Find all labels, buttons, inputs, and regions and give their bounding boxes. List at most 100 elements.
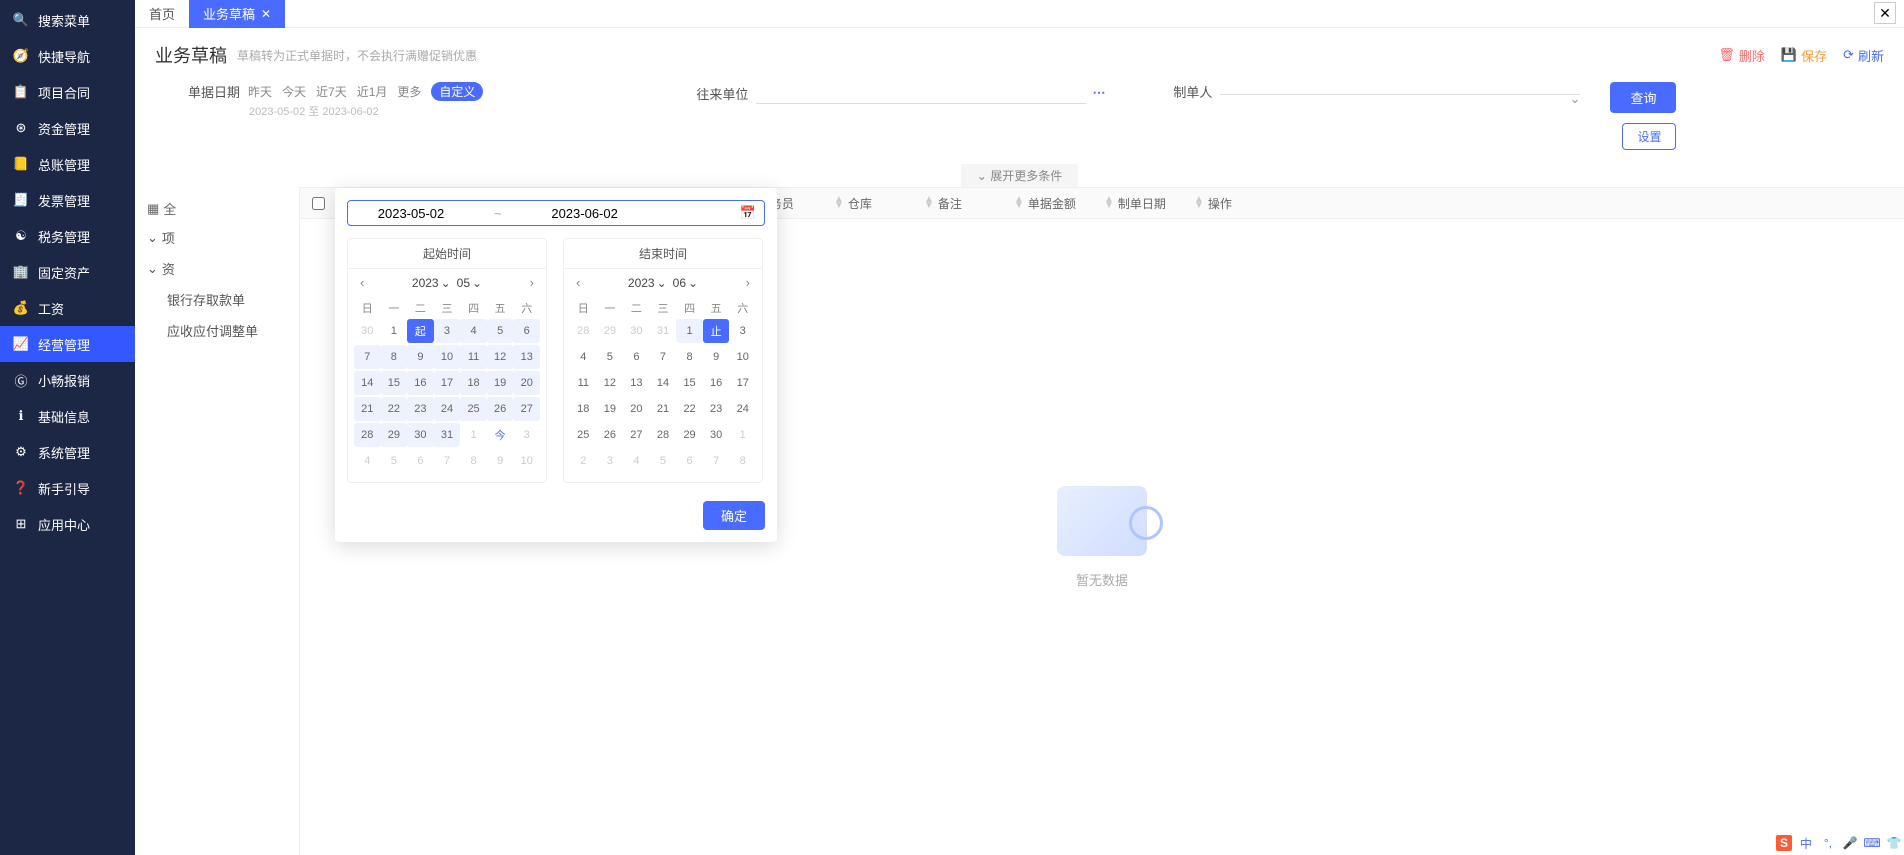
select-all-checkbox[interactable] — [300, 197, 336, 210]
prev-month-button[interactable]: ‹ — [572, 273, 584, 292]
quick-date-近1月[interactable]: 近1月 — [357, 83, 388, 100]
panel-all[interactable]: ▦ 全 — [139, 195, 295, 222]
calendar-day[interactable]: 18 — [460, 371, 487, 395]
calendar-day[interactable]: 6 — [623, 345, 650, 369]
calendar-day[interactable]: 8 — [676, 345, 703, 369]
calendar-day[interactable]: 4 — [354, 449, 381, 473]
calendar-day[interactable]: 20 — [623, 397, 650, 421]
keyboard-icon[interactable]: ⌨ — [1864, 835, 1880, 851]
calendar-day[interactable]: 3 — [513, 423, 540, 447]
sidebar-item-12[interactable]: ⚙系统管理 — [0, 434, 135, 470]
calendar-day[interactable]: 5 — [381, 449, 408, 473]
refresh-button[interactable]: ⟳刷新 — [1843, 46, 1884, 65]
calendar-day[interactable]: 3 — [434, 319, 461, 343]
calendar-day[interactable]: 5 — [650, 449, 677, 473]
calendar-day[interactable]: 26 — [487, 397, 514, 421]
calendar-day[interactable]: 27 — [623, 423, 650, 447]
start-year-select[interactable]: 2023⌄ — [412, 276, 451, 290]
calendar-day[interactable]: 10 — [434, 345, 461, 369]
calendar-day[interactable]: 29 — [676, 423, 703, 447]
calendar-day[interactable]: 16 — [703, 371, 730, 395]
calendar-day[interactable]: 4 — [570, 345, 597, 369]
calendar-day[interactable]: 21 — [354, 397, 381, 421]
calendar-day[interactable]: 2 — [570, 449, 597, 473]
calendar-day[interactable]: 29 — [381, 423, 408, 447]
calendar-day[interactable]: 1 — [381, 319, 408, 343]
quick-date-更多[interactable]: 更多 — [397, 83, 421, 100]
lang-icon[interactable]: 中 — [1798, 835, 1814, 851]
partner-more-icon[interactable]: ⋯ — [1092, 85, 1107, 101]
calendar-day[interactable]: 今 — [487, 423, 514, 447]
calendar-day[interactable]: 18 — [570, 397, 597, 421]
calendar-day[interactable]: 7 — [434, 449, 461, 473]
sidebar-item-13[interactable]: ❓新手引导 — [0, 470, 135, 506]
calendar-day[interactable]: 7 — [354, 345, 381, 369]
close-icon[interactable]: ✕ — [261, 7, 271, 21]
calendar-day[interactable]: 30 — [703, 423, 730, 447]
calendar-day[interactable]: 1 — [460, 423, 487, 447]
calendar-day[interactable]: 28 — [570, 319, 597, 343]
start-date-input[interactable] — [356, 206, 466, 221]
column-header[interactable]: ▲▼单据金额 — [1006, 195, 1096, 212]
calendar-day[interactable]: 6 — [676, 449, 703, 473]
calendar-day[interactable]: 5 — [487, 319, 514, 343]
calendar-day[interactable]: 8 — [381, 345, 408, 369]
calendar-day[interactable]: 24 — [729, 397, 756, 421]
next-month-button[interactable]: › — [742, 273, 754, 292]
sidebar-item-5[interactable]: 🧾发票管理 — [0, 182, 135, 218]
sidebar-item-4[interactable]: 📒总账管理 — [0, 146, 135, 182]
calendar-day[interactable]: 21 — [650, 397, 677, 421]
calendar-day[interactable]: 13 — [513, 345, 540, 369]
calendar-day[interactable]: 10 — [729, 345, 756, 369]
calendar-day[interactable]: 3 — [729, 319, 756, 343]
calendar-day[interactable]: 起 — [407, 319, 434, 343]
end-month-select[interactable]: 06⌄ — [673, 276, 698, 290]
panel-item[interactable]: 银行存取款单 — [139, 284, 295, 315]
panel-group-0[interactable]: ⌄项 — [139, 222, 295, 253]
maker-select[interactable]: ⌄ — [1220, 88, 1580, 95]
sidebar-item-9[interactable]: 📈经营管理 — [0, 326, 135, 362]
query-button[interactable]: 查询 — [1610, 82, 1676, 113]
calendar-day[interactable]: 25 — [570, 423, 597, 447]
calendar-day[interactable]: 26 — [597, 423, 624, 447]
quick-date-昨天[interactable]: 昨天 — [248, 83, 272, 100]
calendar-day[interactable]: 9 — [407, 345, 434, 369]
calendar-day[interactable]: 23 — [703, 397, 730, 421]
calendar-day[interactable]: 23 — [407, 397, 434, 421]
calendar-day[interactable]: 20 — [513, 371, 540, 395]
calendar-day[interactable]: 8 — [460, 449, 487, 473]
calendar-day[interactable]: 22 — [381, 397, 408, 421]
calendar-day[interactable]: 12 — [597, 371, 624, 395]
calendar-day[interactable]: 19 — [487, 371, 514, 395]
sidebar-item-3[interactable]: ⊛资金管理 — [0, 110, 135, 146]
delete-button[interactable]: 🗑删除 — [1718, 46, 1765, 65]
calendar-day[interactable]: 22 — [676, 397, 703, 421]
calendar-day[interactable]: 17 — [729, 371, 756, 395]
calendar-day[interactable]: 19 — [597, 397, 624, 421]
calendar-day[interactable]: 15 — [381, 371, 408, 395]
sidebar-item-2[interactable]: 📋项目合同 — [0, 74, 135, 110]
start-month-select[interactable]: 05⌄ — [457, 276, 482, 290]
quick-date-近7天[interactable]: 近7天 — [316, 83, 347, 100]
calendar-day[interactable]: 13 — [623, 371, 650, 395]
calendar-day[interactable]: 16 — [407, 371, 434, 395]
confirm-date-button[interactable]: 确定 — [703, 501, 765, 530]
tab-0[interactable]: 首页 — [135, 0, 189, 28]
calendar-day[interactable]: 6 — [407, 449, 434, 473]
expand-filters-button[interactable]: ⌄ 展开更多条件 — [961, 164, 1078, 187]
calendar-day[interactable]: 31 — [650, 319, 677, 343]
calendar-day[interactable]: 7 — [650, 345, 677, 369]
calendar-day[interactable]: 6 — [513, 319, 540, 343]
calendar-day[interactable]: 15 — [676, 371, 703, 395]
calendar-day[interactable]: 5 — [597, 345, 624, 369]
calendar-day[interactable]: 25 — [460, 397, 487, 421]
settings-button[interactable]: 设置 — [1622, 123, 1676, 150]
calendar-day[interactable]: 4 — [623, 449, 650, 473]
calendar-day[interactable]: 12 — [487, 345, 514, 369]
column-header[interactable]: ▲▼备注 — [916, 195, 1006, 212]
sidebar-item-7[interactable]: 🏢固定资产 — [0, 254, 135, 290]
calendar-day[interactable]: 28 — [650, 423, 677, 447]
calendar-day[interactable]: 1 — [729, 423, 756, 447]
calendar-day[interactable]: 30 — [407, 423, 434, 447]
sidebar-item-14[interactable]: ⊞应用中心 — [0, 506, 135, 542]
